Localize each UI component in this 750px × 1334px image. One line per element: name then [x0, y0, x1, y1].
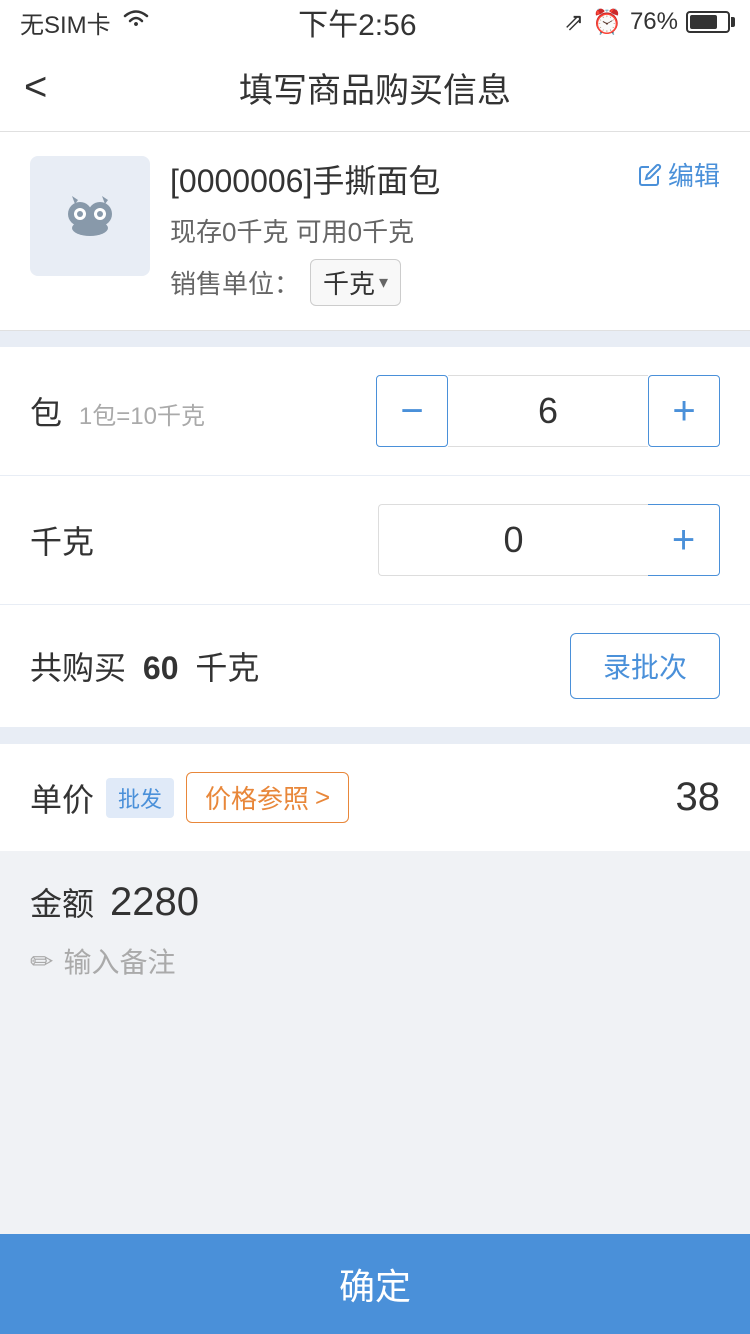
package-plus-button[interactable]: +: [648, 375, 720, 447]
product-name: [0000006]手撕面包: [170, 156, 440, 202]
amount-row: 金额 2280: [30, 879, 720, 925]
kg-plus-button[interactable]: +: [648, 504, 720, 576]
status-right: ⇗ ⏰ 76%: [564, 8, 730, 37]
price-section: 单价 批发 价格参照 > 38: [0, 743, 750, 851]
summary-value: 60: [143, 650, 179, 686]
product-info: [0000006]手撕面包 编辑 现存0千克 可用0千克 销售单位： 千克 ▾: [170, 156, 720, 306]
pencil-icon: ✏: [30, 945, 53, 978]
product-unit: 销售单位： 千克 ▾: [170, 259, 720, 306]
amount-section: 金额 2280 ✏ 输入备注: [0, 851, 750, 997]
summary-row: 共购买 60 千克 录批次: [0, 605, 750, 727]
arrow-right-icon: >: [315, 782, 330, 813]
battery-icon: [686, 11, 730, 33]
status-left: 无SIM卡: [20, 5, 151, 40]
section-separator-2: [0, 727, 750, 743]
amount-label: 金额: [30, 879, 94, 925]
product-thumbnail: [30, 156, 150, 276]
package-quantity-input[interactable]: [448, 375, 648, 447]
price-label: 单价: [30, 775, 94, 821]
record-batch-button[interactable]: 录批次: [570, 633, 720, 699]
unit-dropdown[interactable]: 千克 ▾: [310, 259, 401, 306]
price-value: 38: [676, 775, 721, 820]
kg-quantity-input[interactable]: [378, 504, 648, 576]
package-controls: − +: [376, 375, 720, 447]
wholesale-badge: 批发: [106, 778, 174, 818]
kg-controls: +: [378, 504, 720, 576]
carrier-label: 无SIM卡: [20, 5, 111, 40]
remark-placeholder: 输入备注: [63, 941, 175, 981]
package-label: 包 1包=10千克: [30, 388, 376, 434]
amount-value: 2280: [110, 880, 199, 925]
status-time: 下午2:56: [298, 0, 416, 44]
confirm-button[interactable]: 确定: [339, 1258, 411, 1310]
confirm-bar[interactable]: 确定: [0, 1234, 750, 1334]
remark-row[interactable]: ✏ 输入备注: [30, 941, 720, 981]
kg-label: 千克: [30, 517, 378, 563]
package-input-row: 包 1包=10千克 − +: [0, 347, 750, 476]
back-button[interactable]: <: [24, 65, 47, 110]
location-icon: ⇗: [564, 8, 584, 37]
package-hint: 1包=10千克: [79, 403, 205, 430]
price-reference-button[interactable]: 价格参照 >: [186, 772, 349, 823]
wifi-icon: [121, 8, 151, 37]
nav-bar: < 填写商品购买信息: [0, 44, 750, 132]
package-minus-button[interactable]: −: [376, 375, 448, 447]
price-row: 单价 批发 价格参照 > 38: [30, 772, 720, 823]
edit-button[interactable]: 编辑: [638, 156, 720, 193]
status-bar: 无SIM卡 下午2:56 ⇗ ⏰ 76%: [0, 0, 750, 44]
product-card: [0000006]手撕面包 编辑 现存0千克 可用0千克 销售单位： 千克 ▾: [0, 132, 750, 331]
alarm-icon: ⏰: [592, 8, 622, 37]
summary-text: 共购买 60 千克: [30, 643, 259, 689]
product-stock: 现存0千克 可用0千克: [170, 212, 720, 249]
dropdown-arrow-icon: ▾: [379, 272, 388, 293]
input-section: 包 1包=10千克 − + 千克 +: [0, 347, 750, 605]
section-separator: [0, 331, 750, 347]
battery-percent: 76%: [630, 8, 678, 36]
price-label-group: 单价 批发 价格参照 >: [30, 772, 349, 823]
kg-input-row: 千克 +: [0, 476, 750, 605]
page-title: 填写商品购买信息: [239, 63, 511, 112]
